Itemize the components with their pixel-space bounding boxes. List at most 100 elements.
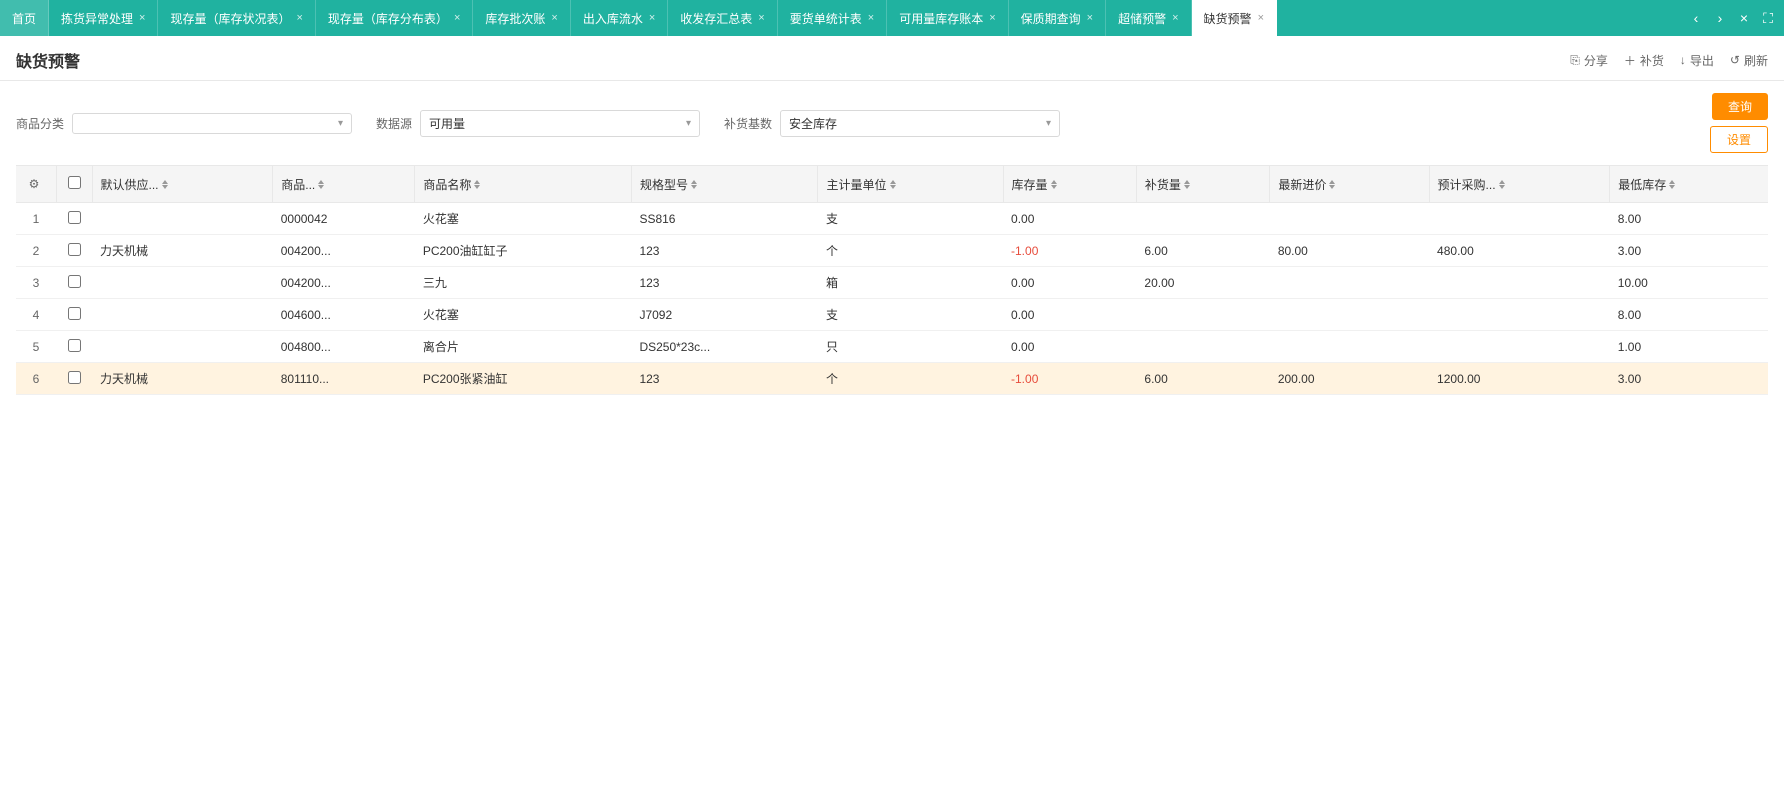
row-checkbox[interactable] [68,211,81,224]
datasource-select[interactable]: 可用量 ▾ [420,110,700,137]
column-settings-button[interactable]: ⚙ [24,174,44,194]
row-num: 5 [16,331,56,363]
row-supplier [92,267,273,299]
tab-available-ledger-close[interactable]: × [989,12,995,24]
shortage-table: ⚙ 默认供应... [16,165,1768,395]
tab-requisition-stat[interactable]: 要货单统计表 × [778,0,887,36]
tab-shortage[interactable]: 缺货预警 × [1192,0,1277,36]
min-stock-sort[interactable]: 最低库存 [1618,176,1760,193]
table-row: 3 004200... 三九 123 箱 0.00 20.00 10.00 [16,267,1768,299]
stock-sort[interactable]: 库存量 [1012,176,1128,193]
row-est-purchase [1429,299,1610,331]
product-name-sort[interactable]: 商品名称 [423,176,623,193]
unit-sort-icon [890,180,896,189]
filter-bar: 商品分类 ▾ 数据源 可用量 ▾ 补货基数 安全库存 ▾ 查询 设置 [0,81,1784,165]
supplier-sort-icon [162,180,168,189]
product-code-sort[interactable]: 商品... [281,176,406,193]
replenish-base-filter-group: 补货基数 安全库存 ▾ [724,110,1060,137]
latest-price-sort-icon [1329,180,1335,189]
tab-receive-summary[interactable]: 收发存汇总表 × [668,0,777,36]
row-spec: 123 [631,363,818,395]
replenish-base-arrow-icon: ▾ [1046,118,1051,129]
select-all-checkbox[interactable] [68,176,81,189]
page-header: 缺货预警 ⎘ 分享 ＋ 补货 ↓ 导出 ↺ 刷新 [0,36,1784,81]
share-button[interactable]: ⎘ 分享 [1570,52,1608,69]
row-num: 2 [16,235,56,267]
col-product-name: 商品名称 [415,166,632,203]
refresh-button[interactable]: ↺ 刷新 [1730,52,1768,69]
tab-inventory-status-close[interactable]: × [296,12,302,24]
row-spec: DS250*23c... [631,331,818,363]
table-row: 2 力天机械 004200... PC200油缸缸子 123 个 -1.00 6… [16,235,1768,267]
row-checkbox[interactable] [68,371,81,384]
row-latest-price [1270,267,1429,299]
row-min-stock: 1.00 [1610,331,1768,363]
tab-receive-summary-close[interactable]: × [758,12,764,24]
row-min-stock: 3.00 [1610,235,1768,267]
table-body: 1 0000042 火花塞 SS816 支 0.00 8.00 2 力天机械 0… [16,203,1768,395]
est-purchase-sort[interactable]: 预计采购... [1438,176,1602,193]
tab-exception-close[interactable]: × [139,12,145,24]
row-product-name: PC200油缸缸子 [415,235,632,267]
tab-overstock[interactable]: 超储预警 × [1106,0,1191,36]
tab-available-ledger[interactable]: 可用量库存账本 × [887,0,1008,36]
tab-home[interactable]: 首页 [0,0,49,36]
export-button[interactable]: ↓ 导出 [1680,52,1714,69]
row-product-name: 火花塞 [415,203,632,235]
row-checkbox-cell [56,235,92,267]
row-checkbox[interactable] [68,307,81,320]
tab-inout-flow[interactable]: 出入库流水 × [571,0,668,36]
tab-fullscreen-button[interactable]: ⛶ [1756,6,1780,30]
supplier-sort[interactable]: 默认供应... [101,176,265,193]
tab-expiry-query-close[interactable]: × [1087,12,1093,24]
row-product-name: 三九 [415,267,632,299]
category-select[interactable]: ▾ [72,113,352,134]
row-supplier [92,331,273,363]
tab-prev-button[interactable]: ‹ [1684,6,1708,30]
tab-batch-account[interactable]: 库存批次账 × [473,0,570,36]
replenish-button[interactable]: ＋ 补货 [1624,52,1664,69]
stock-sort-icon [1051,180,1057,189]
tab-inventory-dist[interactable]: 现存量（库存分布表） × [316,0,473,36]
tab-inventory-dist-close[interactable]: × [454,12,460,24]
tab-overstock-close[interactable]: × [1172,12,1178,24]
spec-sort[interactable]: 规格型号 [640,176,810,193]
tab-batch-account-close[interactable]: × [551,12,557,24]
tab-shortage-close[interactable]: × [1258,12,1264,24]
col-supplier: 默认供应... [92,166,273,203]
row-replenish [1136,299,1269,331]
tab-close-all-button[interactable]: × [1732,6,1756,30]
tab-inout-flow-close[interactable]: × [649,12,655,24]
row-spec: 123 [631,267,818,299]
tab-exception[interactable]: 拣货异常处理 × [49,0,158,36]
main-content: 缺货预警 ⎘ 分享 ＋ 补货 ↓ 导出 ↺ 刷新 商品分类 [0,36,1784,796]
row-checkbox[interactable] [68,243,81,256]
row-est-purchase [1429,267,1610,299]
row-latest-price: 80.00 [1270,235,1429,267]
header-actions: ⎘ 分享 ＋ 补货 ↓ 导出 ↺ 刷新 [1570,52,1768,69]
latest-price-sort[interactable]: 最新进价 [1278,176,1420,193]
row-checkbox[interactable] [68,275,81,288]
row-checkbox[interactable] [68,339,81,352]
unit-sort[interactable]: 主计量单位 [826,176,994,193]
row-num: 6 [16,363,56,395]
category-label: 商品分类 [16,115,64,132]
replenish-base-select[interactable]: 安全库存 ▾ [780,110,1060,137]
row-latest-price: 200.00 [1270,363,1429,395]
tab-inventory-status[interactable]: 现存量（库存状况表） × [158,0,315,36]
row-supplier [92,299,273,331]
row-stock: 0.00 [1003,203,1136,235]
tab-next-button[interactable]: › [1708,6,1732,30]
row-supplier: 力天机械 [92,363,273,395]
row-min-stock: 8.00 [1610,299,1768,331]
row-product-code: 004800... [273,331,415,363]
row-num: 3 [16,267,56,299]
tab-requisition-stat-close[interactable]: × [868,12,874,24]
tab-expiry-query[interactable]: 保质期查询 × [1009,0,1106,36]
row-replenish: 20.00 [1136,267,1269,299]
query-button[interactable]: 查询 [1712,93,1768,120]
replenish-sort[interactable]: 补货量 [1145,176,1261,193]
tab-bar: 首页 拣货异常处理 × 现存量（库存状况表） × 现存量（库存分布表） × 库存… [0,0,1784,36]
settings-button[interactable]: 设置 [1710,126,1768,153]
tab-nav-buttons: ‹ › × ⛶ [1680,6,1784,30]
